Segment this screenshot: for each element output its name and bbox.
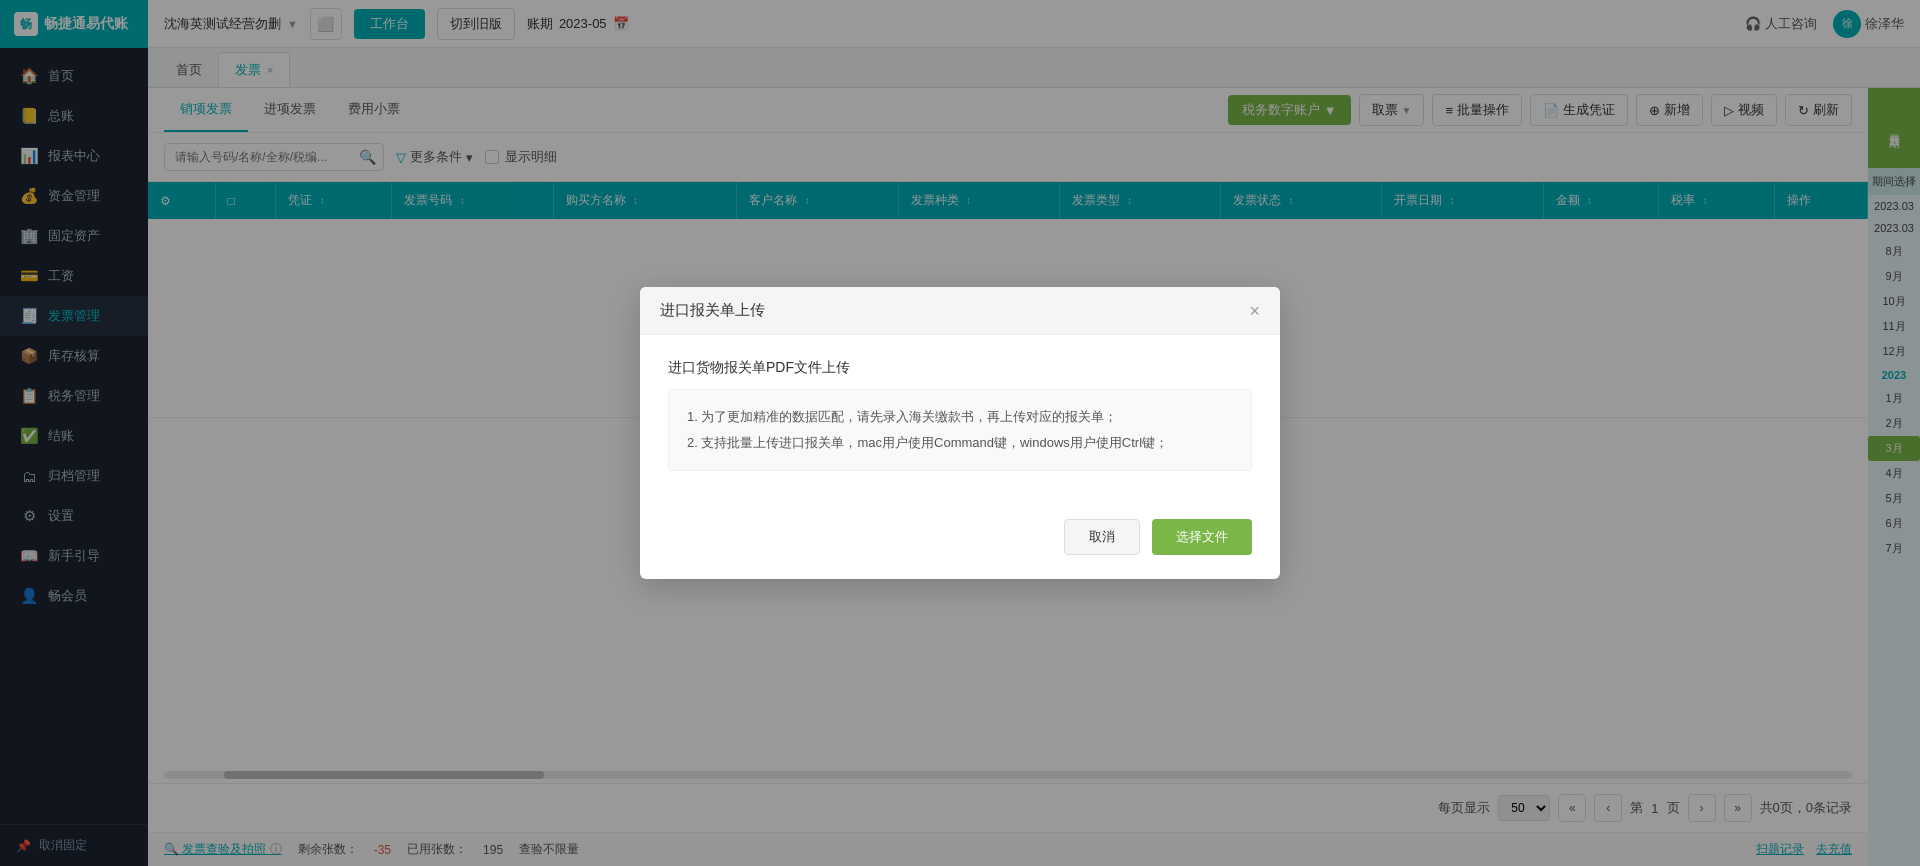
modal-header: 进口报关单上传 × xyxy=(640,287,1280,335)
modal-body: 进口货物报关单PDF文件上传 1. 为了更加精准的数据匹配，请先录入海关缴款书，… xyxy=(640,335,1280,519)
modal-info-item-2: 2. 支持批量上传进口报关单，mac用户使用Command键，windows用户… xyxy=(687,430,1233,456)
modal-info-item-1: 1. 为了更加精准的数据匹配，请先录入海关缴款书，再上传对应的报关单； xyxy=(687,404,1233,430)
import-customs-modal: 进口报关单上传 × 进口货物报关单PDF文件上传 1. 为了更加精准的数据匹配，… xyxy=(640,287,1280,579)
modal-section-title: 进口货物报关单PDF文件上传 xyxy=(668,359,1252,377)
modal-footer: 取消 选择文件 xyxy=(640,519,1280,579)
modal-close-btn[interactable]: × xyxy=(1249,302,1260,320)
modal-select-file-btn[interactable]: 选择文件 xyxy=(1152,519,1252,555)
modal-info-box: 1. 为了更加精准的数据匹配，请先录入海关缴款书，再上传对应的报关单； 2. 支… xyxy=(668,389,1252,471)
modal-title: 进口报关单上传 xyxy=(660,301,765,320)
modal-overlay[interactable]: 进口报关单上传 × 进口货物报关单PDF文件上传 1. 为了更加精准的数据匹配，… xyxy=(0,0,1920,866)
modal-cancel-btn[interactable]: 取消 xyxy=(1064,519,1140,555)
